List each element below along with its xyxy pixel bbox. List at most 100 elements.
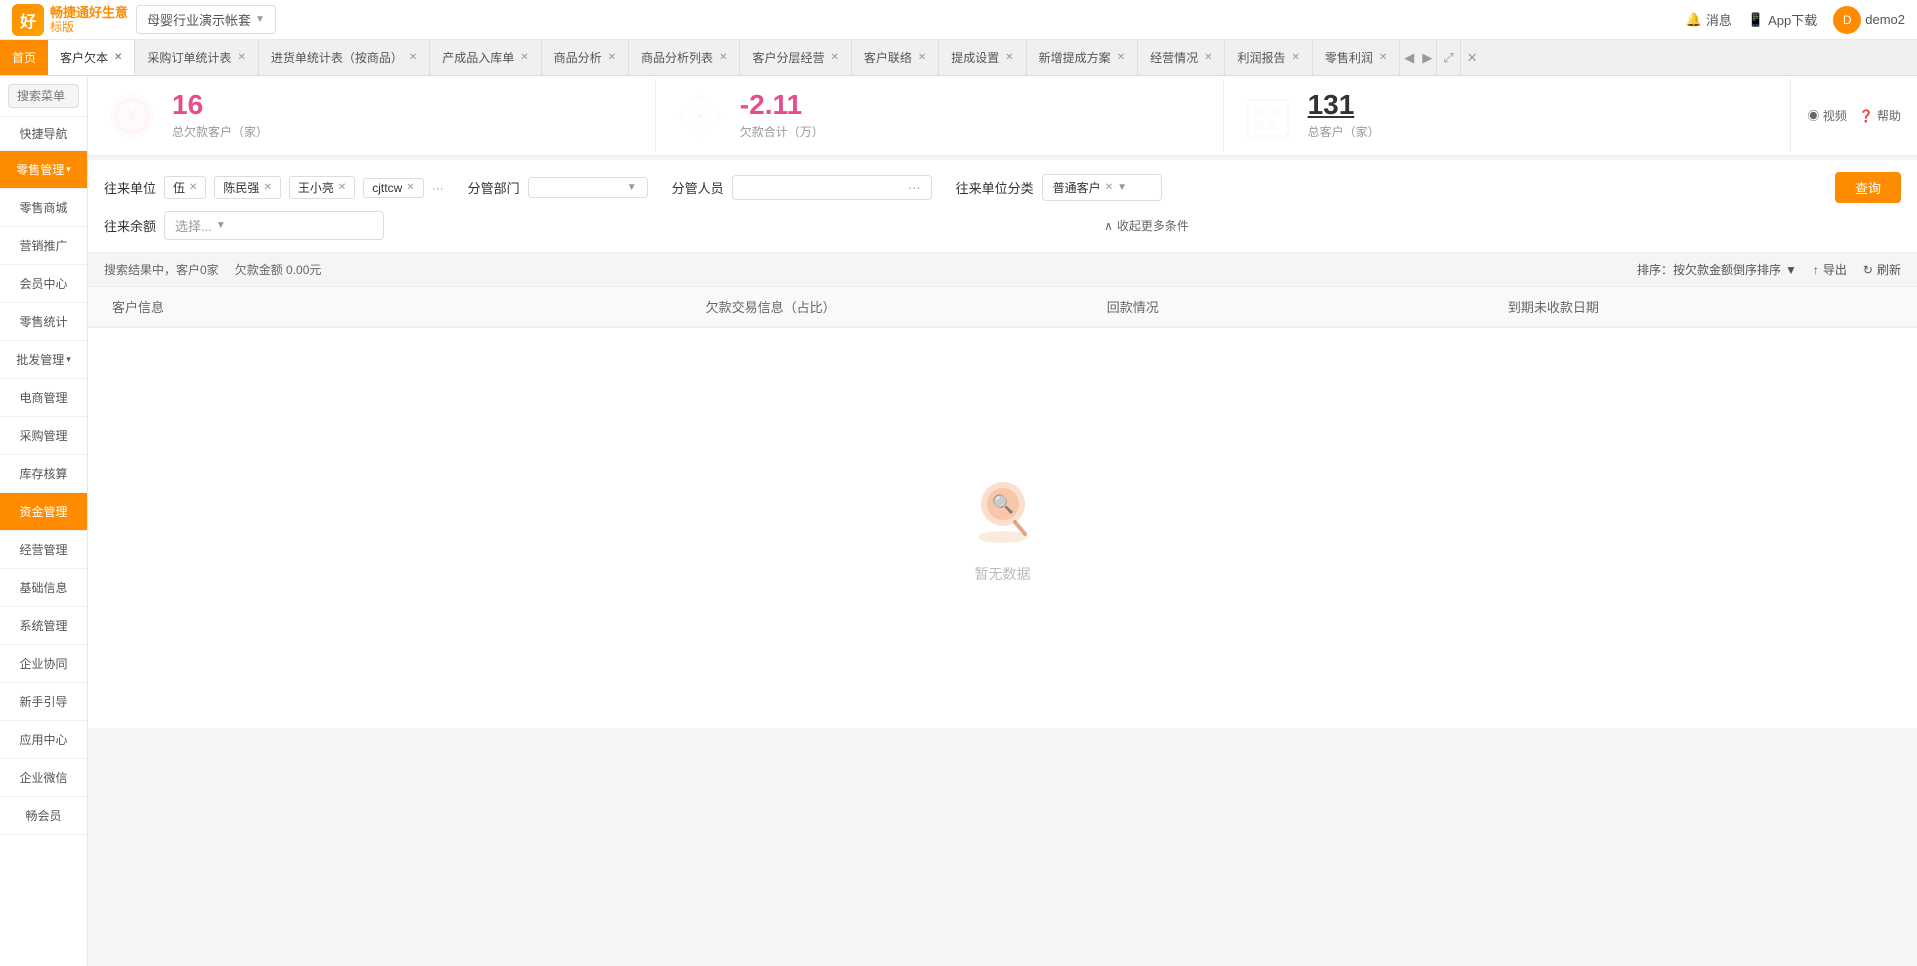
company-filter-label: 往来单位	[104, 178, 156, 197]
sidebar-item-purchase[interactable]: 采购管理	[0, 417, 87, 455]
export-button[interactable]: ↑ 导出	[1813, 261, 1847, 278]
tab-product-stock[interactable]: 产成品入库单 ✕	[430, 40, 541, 75]
tab-close-icon[interactable]: ✕	[608, 52, 616, 63]
tab-add-commission[interactable]: 新增提成方案 ✕	[1027, 40, 1138, 75]
svg-text:¥: ¥	[127, 107, 137, 124]
stats-bar-actions: ◉ 视频 ❓ 帮助	[1791, 107, 1917, 124]
sidebar-item-member-pro[interactable]: 畅会员	[0, 797, 87, 835]
bell-icon: 🔔	[1686, 12, 1702, 28]
tag-close-icon[interactable]: ✕	[406, 182, 414, 193]
sidebar-item-enterprise-wechat[interactable]: 企业微信	[0, 759, 87, 797]
tag-close-icon[interactable]: ✕	[1105, 182, 1113, 193]
tab-customer-tier[interactable]: 客户分层经营 ✕	[740, 40, 851, 75]
sidebar-item-ecommerce[interactable]: 电商管理	[0, 379, 87, 417]
filter-tag-wangxiaoliang[interactable]: 王小亮 ✕	[289, 176, 355, 199]
sidebar-item-system[interactable]: 系统管理	[0, 607, 87, 645]
tag-close-icon[interactable]: ✕	[189, 182, 197, 193]
tab-close-icon[interactable]: ✕	[830, 52, 838, 63]
col-debt-info: 欠款交易信息（占比）	[698, 297, 1099, 316]
tab-close-icon[interactable]: ✕	[918, 52, 926, 63]
store-selector[interactable]: 母婴行业演示帐套 ▼	[136, 5, 276, 34]
tab-close-icon[interactable]: ✕	[719, 52, 727, 63]
tab-close-icon[interactable]: ✕	[520, 52, 528, 63]
tab-close-icon[interactable]: ✕	[1117, 52, 1125, 63]
nav-left-arrow[interactable]: ◀	[1400, 40, 1418, 75]
sidebar-item-retail-mall[interactable]: 零售商城	[0, 189, 87, 227]
logo-text: 畅捷通好生意 标版	[50, 5, 128, 35]
query-button[interactable]: 查询	[1835, 172, 1901, 203]
tab-close-icon[interactable]: ✕	[1005, 52, 1013, 63]
collapse-icon: ∧	[1104, 219, 1113, 233]
sidebar-search-area	[0, 76, 87, 117]
refresh-button[interactable]: ↻ 刷新	[1863, 261, 1901, 278]
tag-close-icon[interactable]: ✕	[338, 182, 346, 193]
svg-text:🔍: 🔍	[991, 492, 1013, 514]
sidebar-item-member-center[interactable]: 会员中心	[0, 265, 87, 303]
sidebar-item-finance[interactable]: 资金管理	[0, 493, 87, 531]
empty-state: 🔍 暂无数据	[963, 472, 1043, 584]
sidebar: 快捷导航 零售管理 ▾ 零售商城 营销推广 会员中心 零售统计 批发管理 ▾ 电…	[0, 76, 88, 966]
app-download-button[interactable]: 📱 App下载	[1748, 10, 1817, 29]
tab-close-icon[interactable]: ✕	[1379, 52, 1387, 63]
tab-profit-report[interactable]: 利润报告 ✕	[1225, 40, 1312, 75]
tab-close-icon[interactable]: ✕	[1292, 52, 1300, 63]
user-profile[interactable]: D demo2	[1833, 6, 1905, 34]
nav-close-all-button[interactable]: ✕	[1460, 40, 1484, 75]
diamond-icon: ✦	[676, 92, 724, 140]
nav-expand-button[interactable]: ⤢	[1436, 40, 1459, 75]
sidebar-item-operations[interactable]: 经营管理	[0, 531, 87, 569]
sidebar-item-tutorial[interactable]: 新手引导	[0, 683, 87, 721]
export-icon: ↑	[1813, 263, 1819, 277]
sidebar-item-retail-management[interactable]: 零售管理 ▾	[0, 151, 87, 189]
tab-close-icon[interactable]: ✕	[1204, 52, 1212, 63]
logo-icon: 好	[12, 4, 44, 36]
tab-close-icon[interactable]: ✕	[409, 52, 417, 63]
help-btn[interactable]: ❓ 帮助	[1859, 107, 1901, 124]
sidebar-item-wholesale[interactable]: 批发管理 ▾	[0, 341, 87, 379]
tag-close-icon[interactable]: ✕	[263, 182, 271, 193]
table-header: 客户信息 欠款交易信息（占比） 回款情况 到期未收款日期	[88, 287, 1917, 328]
filter-tag-cjttcw[interactable]: cjttcw ✕	[363, 178, 423, 198]
tab-product-analysis[interactable]: 商品分析 ✕	[542, 40, 629, 75]
tab-purchase-order[interactable]: 采购订单统计表 ✕	[135, 40, 258, 75]
empty-text: 暂无数据	[975, 564, 1031, 584]
dept-filter-select[interactable]: ▼	[528, 177, 648, 198]
messages-button[interactable]: 🔔 消息	[1686, 10, 1732, 29]
nav-right-arrow[interactable]: ▶	[1418, 40, 1436, 75]
sidebar-quick-nav[interactable]: 快捷导航	[0, 117, 87, 151]
person-filter-label: 分管人员	[672, 178, 724, 197]
result-bar-right: 排序：按欠款金额倒序排序 ▼ ↑ 导出 ↻ 刷新	[1637, 261, 1901, 278]
tab-retail-profit[interactable]: 零售利润 ✕	[1313, 40, 1400, 75]
category-filter-select[interactable]: 普通客户 ✕ ▼	[1042, 174, 1162, 201]
filter-tag-chenminqiang[interactable]: 陈民强 ✕	[214, 176, 280, 199]
tab-home[interactable]: 首页	[0, 40, 48, 75]
balance-filter-select[interactable]: 选择... ▼	[164, 211, 384, 240]
tab-customer-debt[interactable]: 客户欠本 ✕	[48, 40, 135, 76]
sidebar-item-inventory[interactable]: 库存核算	[0, 455, 87, 493]
svg-text:✦: ✦	[696, 111, 704, 122]
filter-tag-company[interactable]: 伍 ✕	[164, 176, 206, 199]
search-input[interactable]	[8, 84, 79, 108]
category-tag[interactable]: 普通客户 ✕	[1053, 179, 1113, 196]
video-help-btn[interactable]: ◉ 视频	[1807, 107, 1846, 124]
sidebar-item-retail-stats[interactable]: 零售统计	[0, 303, 87, 341]
tab-stock-stats[interactable]: 进货单统计表（按商品） ✕	[259, 40, 430, 75]
top-bar-right: 🔔 消息 📱 App下载 D demo2	[1686, 6, 1905, 34]
logo-area[interactable]: 好 畅捷通好生意 标版	[12, 4, 128, 36]
tab-close-icon[interactable]: ✕	[237, 52, 245, 63]
filter-more-btn[interactable]: ···	[432, 181, 444, 195]
sidebar-item-app-center[interactable]: 应用中心	[0, 721, 87, 759]
collapse-filter-btn[interactable]: ∧ 收起更多条件	[1096, 213, 1197, 238]
tab-close-icon[interactable]: ✕	[114, 52, 122, 63]
sort-button[interactable]: 排序：按欠款金额倒序排序 ▼	[1637, 261, 1797, 278]
tab-product-analysis-list[interactable]: 商品分析列表 ✕	[629, 40, 740, 75]
sidebar-item-collaboration[interactable]: 企业协同	[0, 645, 87, 683]
sidebar-item-marketing[interactable]: 营销推广	[0, 227, 87, 265]
tab-operations[interactable]: 经营情况 ✕	[1138, 40, 1225, 75]
tab-commission-settings[interactable]: 提成设置 ✕	[939, 40, 1026, 75]
tab-customer-contact[interactable]: 客户联络 ✕	[852, 40, 939, 75]
chevron-icon: ▾	[66, 164, 71, 175]
person-filter-select[interactable]: ···	[732, 175, 932, 200]
stats-bar: ¥ 16 总欠款客户（家） ✦ -2.11 欠款合计（万）	[88, 76, 1917, 156]
sidebar-item-basic-info[interactable]: 基础信息	[0, 569, 87, 607]
